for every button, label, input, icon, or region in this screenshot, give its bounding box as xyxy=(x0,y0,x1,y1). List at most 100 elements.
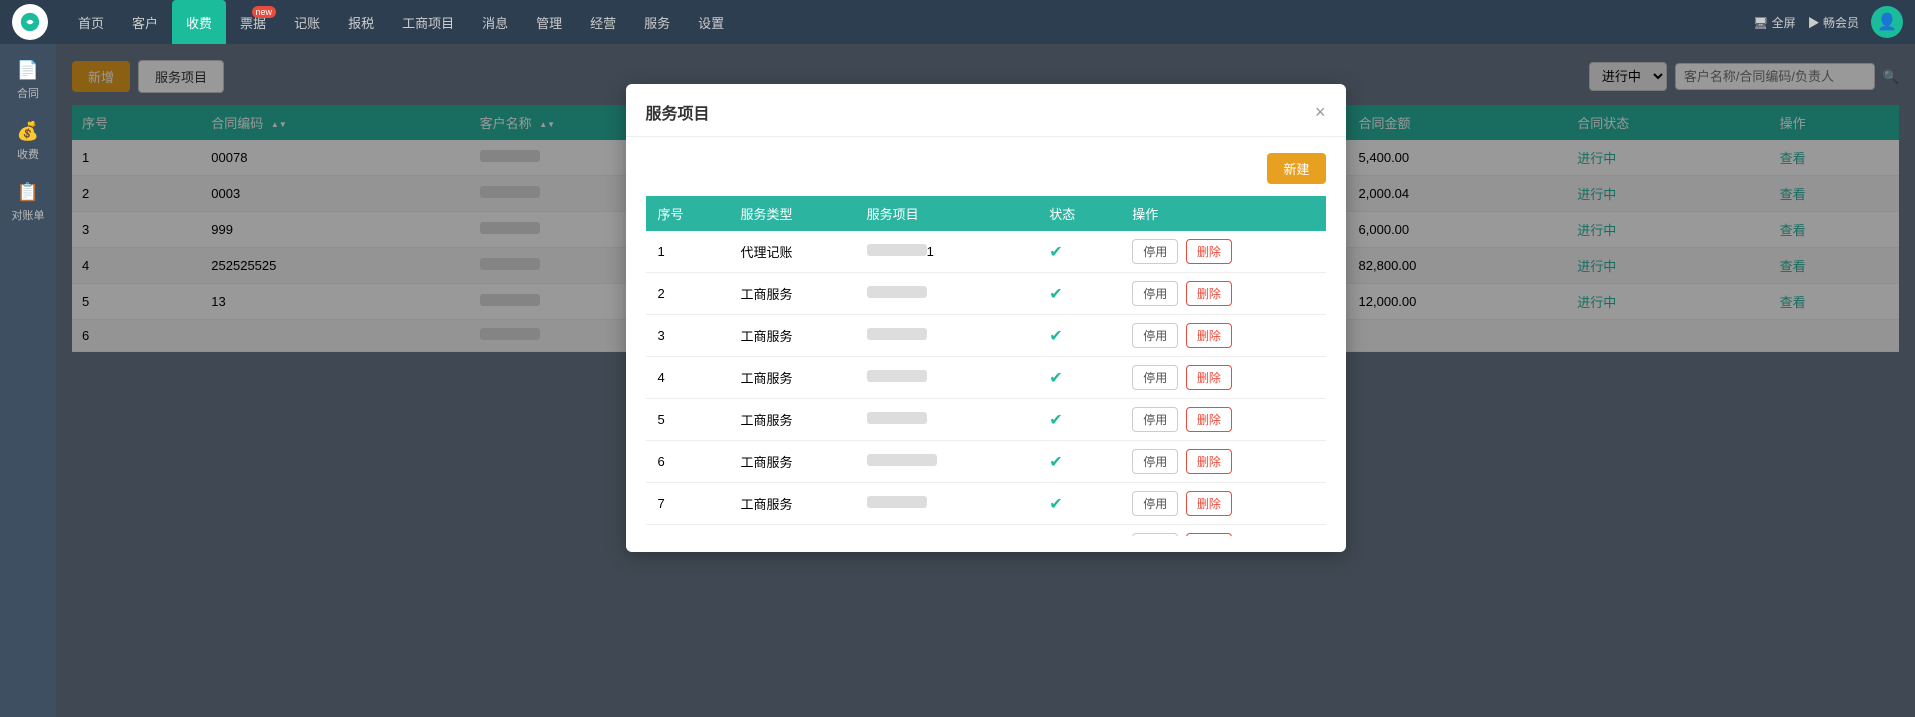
modal-cell-no: 3 xyxy=(646,315,729,357)
modal-close-btn[interactable]: × xyxy=(1315,102,1326,123)
modal-cell-type: 代理记账 xyxy=(729,231,855,273)
modal-col-item: 服务项目 xyxy=(855,196,1038,231)
sidebar-label-hetong: 合同 xyxy=(17,85,39,101)
delete-btn[interactable]: 删除 xyxy=(1186,365,1232,390)
modal-cell-status: ✔ xyxy=(1037,357,1120,399)
modal-cell-no: 4 xyxy=(646,357,729,399)
modal-cell-ops[interactable]: 停用 删除 xyxy=(1120,483,1325,525)
delete-btn[interactable]: 删除 xyxy=(1186,407,1232,432)
sidebar-label-duizhang: 对账单 xyxy=(12,207,45,223)
modal-cell-no: 8 xyxy=(646,525,729,537)
modal-cell-type: 工商服务 xyxy=(729,357,855,399)
sidebar-item-duizhang[interactable]: 📋 对账单 xyxy=(2,174,54,231)
nav-baoshui[interactable]: 报税 xyxy=(334,0,388,44)
stop-btn[interactable]: 停用 xyxy=(1132,533,1178,536)
sidebar-item-hetong[interactable]: 📄 合同 xyxy=(2,52,54,109)
modal-table-row: 4 工商服务 ✔ 停用 删除 xyxy=(646,357,1326,399)
modal-cell-status: ✔ xyxy=(1037,231,1120,273)
modal-cell-ops[interactable]: 停用 删除 xyxy=(1120,273,1325,315)
modal-cell-item: 注册 xyxy=(855,525,1038,537)
modal-cell-item xyxy=(855,315,1038,357)
right-actions: 🖥 全屏 ▶ 畅会员 👤 xyxy=(1753,6,1903,38)
modal-cell-item xyxy=(855,357,1038,399)
delete-btn[interactable]: 删除 xyxy=(1186,323,1232,348)
modal-table-row: 5 工商服务 ✔ 停用 删除 xyxy=(646,399,1326,441)
modal-cell-ops[interactable]: 停用 删除 xyxy=(1120,399,1325,441)
delete-btn[interactable]: 删除 xyxy=(1186,449,1232,474)
nav-piaoju[interactable]: 票据 new xyxy=(226,0,280,44)
modal-cell-status: ✔ xyxy=(1037,315,1120,357)
modal-cell-no: 7 xyxy=(646,483,729,525)
main-layout: 📄 合同 💰 收费 📋 对账单 新增 服务项目 进行中 已完成 全部 🔍 xyxy=(0,44,1915,717)
stop-btn[interactable]: 停用 xyxy=(1132,281,1178,306)
stop-btn[interactable]: 停用 xyxy=(1132,407,1178,432)
modal-cell-type: 工商服务 xyxy=(729,399,855,441)
stop-btn[interactable]: 停用 xyxy=(1132,365,1178,390)
nav-home[interactable]: 首页 xyxy=(64,0,118,44)
modal-table-row: 3 工商服务 ✔ 停用 删除 xyxy=(646,315,1326,357)
modal-cell-status: ✔ xyxy=(1037,399,1120,441)
modal-cell-no: 2 xyxy=(646,273,729,315)
nav-jingying[interactable]: 经营 xyxy=(576,0,630,44)
modal-cell-status: ✔ xyxy=(1037,441,1120,483)
stop-btn[interactable]: 停用 xyxy=(1132,323,1178,348)
top-nav: 首页 客户 收费 票据 new 记账 报税 工商项目 消息 管理 经营 服务 设… xyxy=(0,0,1915,44)
modal-cell-item xyxy=(855,483,1038,525)
nav-message[interactable]: 消息 xyxy=(468,0,522,44)
sidebar-item-shoufe[interactable]: 💰 收费 xyxy=(2,113,54,170)
modal-cell-ops[interactable]: 停用 删除 xyxy=(1120,315,1325,357)
delete-btn[interactable]: 删除 xyxy=(1186,281,1232,306)
modal-table-scroll[interactable]: 序号 服务类型 服务项目 状态 操作 1 代理记账 1 ✔ 停用 删 xyxy=(646,196,1326,536)
avatar[interactable]: 👤 xyxy=(1871,6,1903,38)
stop-btn[interactable]: 停用 xyxy=(1132,239,1178,264)
modal-cell-item xyxy=(855,399,1038,441)
delete-btn[interactable]: 删除 xyxy=(1186,491,1232,516)
modal-cell-type: 工商服务 xyxy=(729,441,855,483)
service-modal: 服务项目 × 新建 序号 服务类型 xyxy=(626,84,1346,552)
vip-btn[interactable]: ▶ 畅会员 xyxy=(1808,14,1859,31)
nav-shoufe[interactable]: 收费 xyxy=(172,0,226,44)
modal-cell-status: ✔ xyxy=(1037,483,1120,525)
modal-cell-type: 工商服务 xyxy=(729,273,855,315)
modal-overlay: 服务项目 × 新建 序号 服务类型 xyxy=(56,44,1915,717)
modal-body: 新建 序号 服务类型 服务项目 状态 xyxy=(626,137,1346,552)
modal-cell-ops[interactable]: 停用 删除 xyxy=(1120,357,1325,399)
nav-client[interactable]: 客户 xyxy=(118,0,172,44)
contract-icon: 📄 xyxy=(17,60,39,81)
modal-cell-type: 工商服务 xyxy=(729,525,855,537)
sidebar: 📄 合同 💰 收费 📋 对账单 xyxy=(0,44,56,717)
modal-table-row: 6 工商服务 ✔ 停用 删除 xyxy=(646,441,1326,483)
modal-toolbar: 新建 xyxy=(646,153,1326,184)
stop-btn[interactable]: 停用 xyxy=(1132,449,1178,474)
modal-cell-item xyxy=(855,441,1038,483)
nav-service[interactable]: 服务 xyxy=(630,0,684,44)
delete-btn[interactable]: 删除 xyxy=(1186,239,1232,264)
modal-cell-item xyxy=(855,273,1038,315)
nav-manage[interactable]: 管理 xyxy=(522,0,576,44)
modal-table-row: 7 工商服务 ✔ 停用 删除 xyxy=(646,483,1326,525)
modal-cell-status: ✔ xyxy=(1037,273,1120,315)
statement-icon: 📋 xyxy=(17,182,39,203)
fee-icon: 💰 xyxy=(17,121,39,142)
modal-cell-ops[interactable]: 停用 删除 xyxy=(1120,231,1325,273)
modal-table-row: 2 工商服务 ✔ 停用 删除 xyxy=(646,273,1326,315)
modal-header: 服务项目 × xyxy=(626,84,1346,137)
modal-table-row: 8 工商服务 注册 ✔ 停用 删除 xyxy=(646,525,1326,537)
nav-jizh[interactable]: 记账 xyxy=(280,0,334,44)
modal-table-wrap: 序号 服务类型 服务项目 状态 操作 1 代理记账 1 ✔ 停用 删 xyxy=(646,196,1326,536)
modal-cell-ops[interactable]: 停用 删除 xyxy=(1120,525,1325,537)
modal-cell-ops[interactable]: 停用 删除 xyxy=(1120,441,1325,483)
modal-new-btn[interactable]: 新建 xyxy=(1267,153,1325,184)
modal-cell-status: ✔ xyxy=(1037,525,1120,537)
stop-btn[interactable]: 停用 xyxy=(1132,491,1178,516)
nav-settings[interactable]: 设置 xyxy=(684,0,738,44)
modal-cell-no: 6 xyxy=(646,441,729,483)
sidebar-label-shoufe: 收费 xyxy=(17,146,39,162)
fullscreen-btn[interactable]: 🖥 全屏 xyxy=(1753,14,1796,31)
nav-gongshang[interactable]: 工商项目 xyxy=(388,0,468,44)
new-badge: new xyxy=(252,6,277,18)
modal-col-type: 服务类型 xyxy=(729,196,855,231)
modal-col-op: 操作 xyxy=(1120,196,1325,231)
modal-table-row: 1 代理记账 1 ✔ 停用 删除 xyxy=(646,231,1326,273)
delete-btn[interactable]: 删除 xyxy=(1186,533,1232,536)
